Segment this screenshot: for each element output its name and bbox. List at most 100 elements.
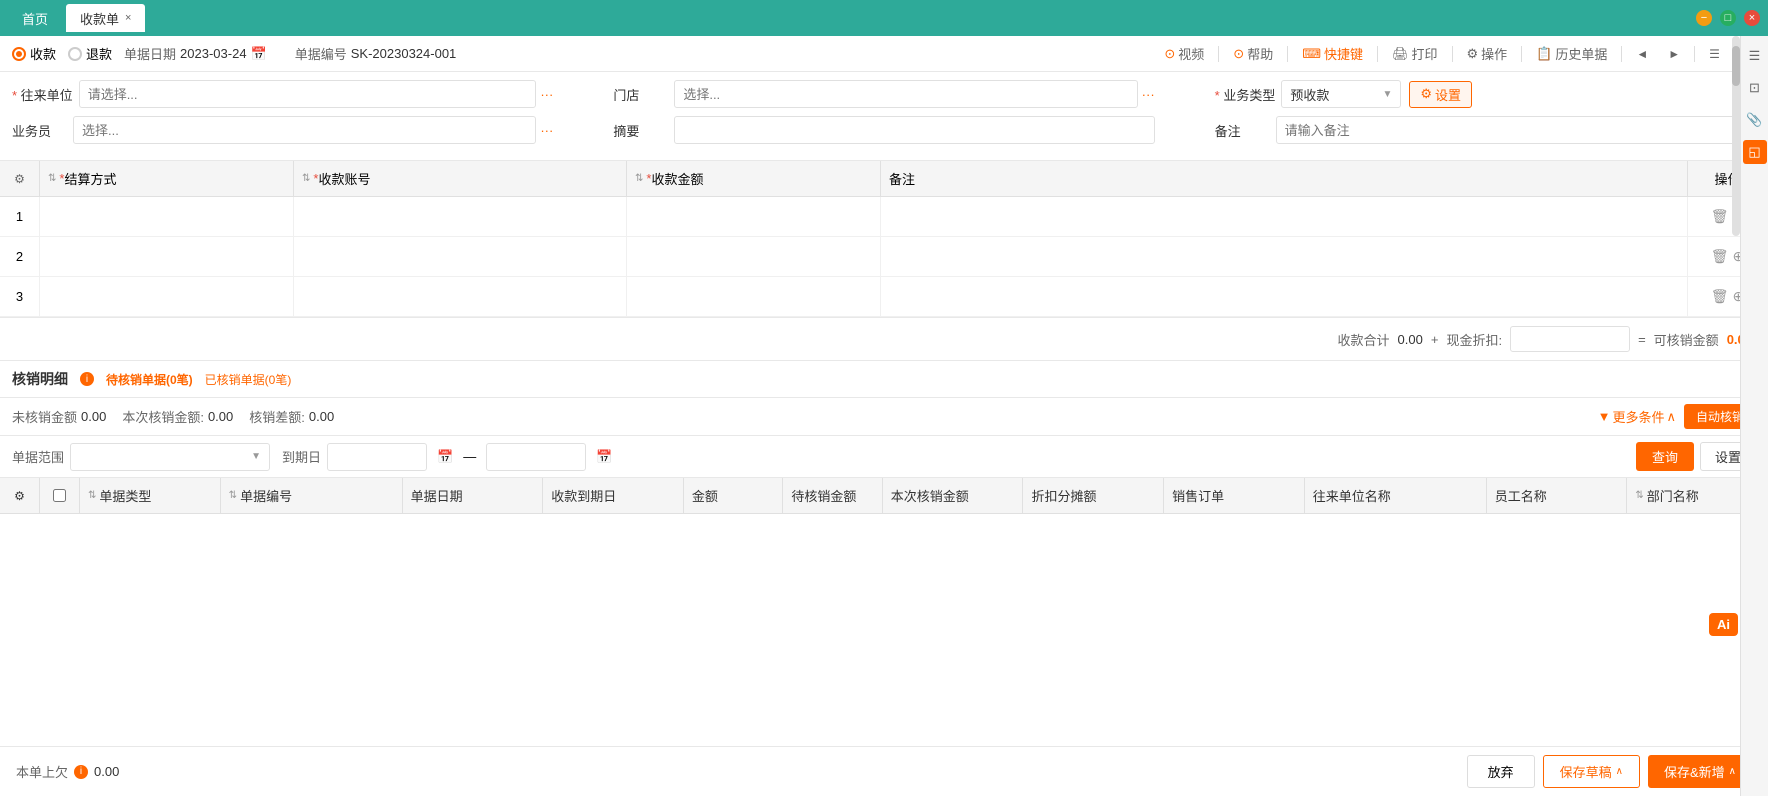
row-settle-3[interactable] [40,277,294,316]
bg-checkbox-col[interactable] [40,478,80,513]
sep5 [1521,46,1522,62]
tab-home[interactable]: 首页 [8,4,62,32]
history-btn[interactable]: 📋 历史单据 [1530,42,1613,65]
verify-tab-pending[interactable]: 待核销单据(0笔) [106,371,193,388]
save-draft-button[interactable]: 保存草稿 ∧ [1543,755,1640,788]
range-select[interactable]: ▼ [70,443,270,471]
more-conditions-btn[interactable]: ▼ 更多条件 ∧ [1598,407,1676,426]
bill-value[interactable]: SK-20230324-001 [351,46,457,61]
row-amount-2[interactable] [627,237,881,276]
row-settle-1[interactable] [40,197,294,236]
delete-icon-3[interactable]: 🗑 [1711,288,1729,305]
sidebar-grid-icon[interactable]: ⊡ [1743,76,1767,100]
video-btn[interactable]: ⊙ 视频 [1158,42,1210,65]
remark-field: 备注 [1215,116,1756,144]
scrollbar[interactable] [1732,36,1740,236]
staff-more-icon[interactable]: ··· [540,123,553,138]
prev-btn[interactable]: ◄ [1630,45,1654,63]
sep6 [1621,46,1622,62]
unit-input[interactable] [79,80,537,108]
shop-input[interactable] [674,80,1137,108]
row-account-2[interactable] [294,237,627,276]
verify-info-icon[interactable]: i [80,372,94,386]
verify-title: 核销明细 [12,369,68,389]
staff-field: 业务员 ··· [12,116,553,144]
form-row-2: 业务员 ··· 摘要 备注 [12,116,1756,144]
sort-icon-amount: ⇅ [635,173,643,184]
total-label-3: 可核销金额 [1654,330,1719,349]
footer-info-icon[interactable]: i [74,765,88,779]
sort-icon-settle: ⇅ [48,173,56,184]
verify-stats: 未核销金额 0.00 本次核销金额: 0.00 核销差额: 0.00 ▼ 更多条… [0,398,1768,436]
staff-input[interactable] [73,116,536,144]
bg-type-header: ⇅ 单据类型 [80,478,221,513]
settings-button[interactable]: ⚙ 设置 [1409,81,1472,108]
tab-current-label: 收款单 [80,9,119,28]
delete-icon-2[interactable]: 🗑 [1711,248,1729,265]
radio-return[interactable]: 退款 [68,44,112,63]
row-amount-3[interactable] [627,277,881,316]
abandon-button[interactable]: 放弃 [1467,755,1535,788]
minimize-button[interactable]: − [1696,10,1712,26]
row-account-3[interactable] [294,277,627,316]
chevron-up-icon: ∧ [1666,409,1676,425]
unit-more-icon[interactable]: ··· [540,87,553,102]
sidebar-attach-icon[interactable]: 📎 [1743,108,1767,132]
sep1 [1218,46,1219,62]
row-account-1[interactable] [294,197,627,236]
remark-input[interactable] [1276,116,1756,144]
close-button[interactable]: × [1744,10,1760,26]
grid-settings-icon[interactable]: ⚙ [0,161,40,196]
new-arrow-icon: ∧ [1729,766,1736,777]
row-remark-1[interactable] [881,197,1688,236]
query-button[interactable]: 查询 [1636,442,1694,471]
remark-label: 备注 [1215,121,1270,140]
radio-return-label: 退款 [86,44,112,63]
cal-to-icon[interactable]: 📅 [596,449,612,465]
shop-more-icon[interactable]: ··· [1142,87,1155,102]
row-remark-2[interactable] [881,237,1688,276]
date-value[interactable]: 2023-03-24 [180,46,247,61]
select-all-checkbox[interactable] [53,489,66,502]
tab-current[interactable]: 收款单 × [66,4,145,32]
ai-badge[interactable]: Ai [1709,613,1738,636]
help-icon: ⊙ [1233,46,1244,62]
toolbar-right: ⊙ 视频 ⊙ 帮助 ⌨ 快捷键 🖨 打印 ⚙ 操作 [1158,42,1756,65]
bg-staff-header: 员工名称 [1487,478,1628,513]
cal-from-icon[interactable]: 📅 [437,449,453,465]
video-label: 视频 [1178,44,1204,63]
row-settle-2[interactable] [40,237,294,276]
col-account-header: ⇅ * 收款账号 [294,161,627,196]
maximize-button[interactable]: □ [1720,10,1736,26]
discount-input[interactable] [1510,326,1630,352]
summary-input[interactable] [674,116,1154,144]
bill-label: 单据编号 [295,44,347,63]
shop-field: 门店 ··· [613,80,1154,108]
due-date-to-input[interactable]: 2022-04-12 [486,443,586,471]
bg-settings-icon[interactable]: ⚙ [0,478,40,513]
due-date-from-input[interactable]: 2022-04-01 [327,443,427,471]
sidebar-table-icon[interactable]: ☰ [1743,44,1767,68]
delete-icon-1[interactable]: 🗑 [1711,208,1729,225]
save-new-button[interactable]: 保存&新增 ∧ [1648,755,1752,788]
radio-receive-dot [12,47,26,61]
calendar-icon[interactable]: 📅 [251,46,267,62]
verify-tab-done[interactable]: 已核销单据(0笔) [205,371,292,388]
print-btn[interactable]: 🖨 打印 [1386,42,1444,65]
next-btn[interactable]: ► [1662,45,1686,63]
list-view-btn[interactable]: ☰ [1703,45,1726,63]
operation-btn[interactable]: ⚙ 操作 [1461,42,1514,65]
sidebar-expand-icon[interactable]: ◱ [1743,140,1767,164]
filter-icon: ▼ [1598,409,1611,424]
bg-num-header: ⇅ 单据编号 [221,478,403,513]
biz-type-select[interactable]: 预收款 ▼ [1281,80,1401,108]
row-amount-1[interactable] [627,197,881,236]
shortcut-btn[interactable]: ⌨ 快捷键 [1296,42,1369,65]
bg-duedate-header: 收款到期日 [543,478,684,513]
col-settle-header: ⇅ * 结算方式 [40,161,294,196]
scroll-thumb[interactable] [1732,46,1740,86]
radio-receive[interactable]: 收款 [12,44,56,63]
row-remark-3[interactable] [881,277,1688,316]
tab-close-icon[interactable]: × [125,12,131,24]
help-btn[interactable]: ⊙ 帮助 [1227,42,1279,65]
